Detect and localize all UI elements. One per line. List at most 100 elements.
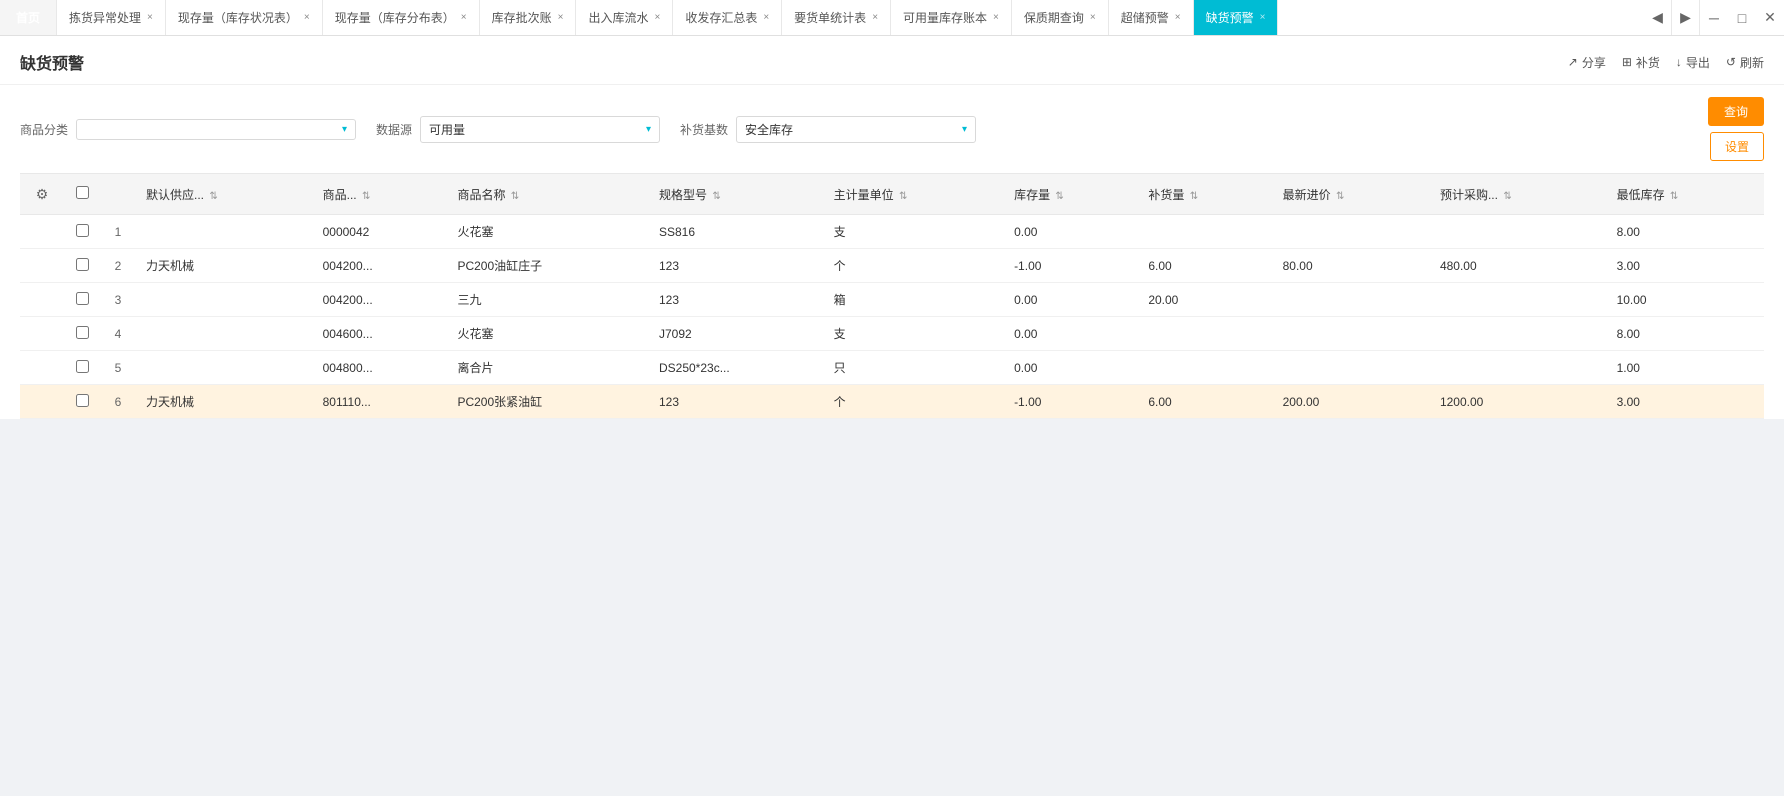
tab-bar: 首页 拣货异常处理 × 现存量（库存状况表） × 现存量（库存分布表） × 库存… [0, 0, 1784, 36]
th-default-supplier[interactable]: 默认供应... ⇅ [136, 174, 313, 215]
tab-receive-summary[interactable]: 收发存汇总表 × [673, 0, 782, 36]
window-maximize-button[interactable]: □ [1728, 0, 1756, 36]
gear-settings-icon[interactable]: ⚙ [30, 182, 54, 206]
datasource-filter-group: 数据源 可用量 ▾ [376, 116, 660, 143]
tab-next-button[interactable]: ▶ [1672, 0, 1700, 36]
close-icon[interactable]: × [304, 12, 310, 23]
th-stock-qty[interactable]: 库存量 ⇅ [1004, 174, 1138, 215]
select-all-checkbox[interactable] [76, 186, 89, 199]
table-row[interactable]: 2 力天机械 004200... PC200油缸庄子 123 个 -1.00 6… [20, 249, 1764, 283]
th-product-code-label: 商品... [323, 188, 357, 202]
table-row[interactable]: 4 004600... 火花塞 J7092 支 0.00 8.00 [20, 317, 1764, 351]
tab-batch-account-label: 库存批次账 [492, 9, 552, 26]
row-num-cell: 5 [100, 351, 136, 385]
row-checkbox[interactable] [76, 258, 89, 271]
table-row[interactable]: 3 004200... 三九 123 箱 0.00 20.00 10.00 [20, 283, 1764, 317]
row-latest-price-cell [1273, 317, 1430, 351]
close-icon[interactable]: × [763, 12, 769, 23]
sort-icon: ⇅ [1190, 191, 1198, 202]
th-unit[interactable]: 主计量单位 ⇅ [824, 174, 1004, 215]
row-latest-price-cell: 200.00 [1273, 385, 1430, 419]
row-check-cell[interactable] [64, 317, 100, 351]
th-product-name-label: 商品名称 [457, 188, 505, 202]
row-spec-cell: SS816 [649, 215, 824, 249]
row-spec-cell: DS250*23c... [649, 351, 824, 385]
window-close-button[interactable]: ✕ [1756, 0, 1784, 36]
th-product-name[interactable]: 商品名称 ⇅ [447, 174, 649, 215]
row-checkbox[interactable] [76, 224, 89, 237]
export-button[interactable]: ↓ 导出 [1676, 54, 1710, 71]
refresh-button[interactable]: ↺ 刷新 [1726, 54, 1764, 71]
table-row[interactable]: 5 004800... 离合片 DS250*23c... 只 0.00 1.00 [20, 351, 1764, 385]
row-checkbox[interactable] [76, 394, 89, 407]
close-icon[interactable]: × [993, 12, 999, 23]
refresh-icon: ↺ [1726, 55, 1736, 69]
settings-button[interactable]: 设置 [1710, 132, 1764, 161]
table-header-row: ⚙ 默认供应... ⇅ 商品... ⇅ 商品名称 [20, 174, 1764, 215]
th-est-purchase[interactable]: 预计采购... ⇅ [1430, 174, 1607, 215]
row-latest-price-cell [1273, 283, 1430, 317]
tab-shortage[interactable]: 缺货预警 × [1194, 0, 1279, 36]
window-minimize-button[interactable]: ─ [1700, 0, 1728, 36]
row-checkbox[interactable] [76, 292, 89, 305]
tab-overstock[interactable]: 超储预警 × [1109, 0, 1194, 36]
row-est-purchase-cell [1430, 351, 1607, 385]
category-select[interactable]: ▾ [76, 119, 356, 140]
th-min-stock[interactable]: 最低库存 ⇅ [1607, 174, 1764, 215]
tab-inventory-dist[interactable]: 现存量（库存分布表） × [323, 0, 480, 36]
tab-inout-flow[interactable]: 出入库流水 × [576, 0, 673, 36]
datasource-select[interactable]: 可用量 ▾ [420, 116, 660, 143]
row-name-cell: PC200张紧油缸 [447, 385, 649, 419]
share-icon: ↗ [1568, 55, 1578, 69]
close-icon[interactable]: × [558, 12, 564, 23]
filter-actions: 查询 设置 [1708, 97, 1764, 161]
table-row[interactable]: 6 力天机械 801110... PC200张紧油缸 123 个 -1.00 6… [20, 385, 1764, 419]
close-icon[interactable]: × [1090, 12, 1096, 23]
replenish-basis-select[interactable]: 安全库存 ▾ [736, 116, 976, 143]
th-product-code[interactable]: 商品... ⇅ [313, 174, 448, 215]
close-icon[interactable]: × [654, 12, 660, 23]
th-replenish-qty[interactable]: 补货量 ⇅ [1138, 174, 1272, 215]
share-button[interactable]: ↗ 分享 [1568, 54, 1606, 71]
close-icon[interactable]: × [872, 12, 878, 23]
close-icon[interactable]: × [1175, 12, 1181, 23]
row-gear-cell [20, 283, 64, 317]
query-button[interactable]: 查询 [1708, 97, 1764, 126]
table-row[interactable]: 1 0000042 火花塞 SS816 支 0.00 8.00 [20, 215, 1764, 249]
row-stock-qty-cell: -1.00 [1004, 385, 1138, 419]
th-latest-price[interactable]: 最新进价 ⇅ [1273, 174, 1430, 215]
row-unit-cell: 只 [824, 351, 1004, 385]
tab-inventory-dist-label: 现存量（库存分布表） [335, 9, 455, 26]
row-checkbox[interactable] [76, 360, 89, 373]
row-min-stock-cell: 3.00 [1607, 249, 1764, 283]
th-est-purchase-label: 预计采购... [1440, 188, 1498, 202]
datasource-value: 可用量 [429, 121, 465, 138]
tab-available-ledger[interactable]: 可用量库存账本 × [891, 0, 1012, 36]
tab-exception[interactable]: 拣货异常处理 × [57, 0, 166, 36]
row-check-cell[interactable] [64, 385, 100, 419]
tab-expiry-query[interactable]: 保质期查询 × [1012, 0, 1109, 36]
tab-prev-button[interactable]: ◀ [1644, 0, 1672, 36]
row-gear-cell [20, 249, 64, 283]
row-code-cell: 0000042 [313, 215, 448, 249]
th-spec[interactable]: 规格型号 ⇅ [649, 174, 824, 215]
tab-shortage-label: 缺货预警 [1206, 9, 1254, 26]
row-spec-cell: J7092 [649, 317, 824, 351]
tab-inventory-status[interactable]: 现存量（库存状况表） × [166, 0, 323, 36]
row-check-cell[interactable] [64, 351, 100, 385]
close-icon[interactable]: × [147, 12, 153, 23]
row-checkbox[interactable] [76, 326, 89, 339]
row-check-cell[interactable] [64, 215, 100, 249]
row-unit-cell: 支 [824, 215, 1004, 249]
sort-icon: ⇅ [899, 191, 907, 202]
row-check-cell[interactable] [64, 283, 100, 317]
close-icon[interactable]: × [1260, 12, 1266, 23]
row-check-cell[interactable] [64, 249, 100, 283]
replenish-button[interactable]: ⊞ 补货 [1622, 54, 1660, 71]
datasource-label: 数据源 [376, 121, 412, 138]
tab-batch-account[interactable]: 库存批次账 × [480, 0, 577, 36]
tab-home[interactable]: 首页 [0, 0, 57, 36]
tab-order-stats[interactable]: 要货单统计表 × [782, 0, 891, 36]
close-icon[interactable]: × [461, 12, 467, 23]
row-code-cell: 004200... [313, 283, 448, 317]
